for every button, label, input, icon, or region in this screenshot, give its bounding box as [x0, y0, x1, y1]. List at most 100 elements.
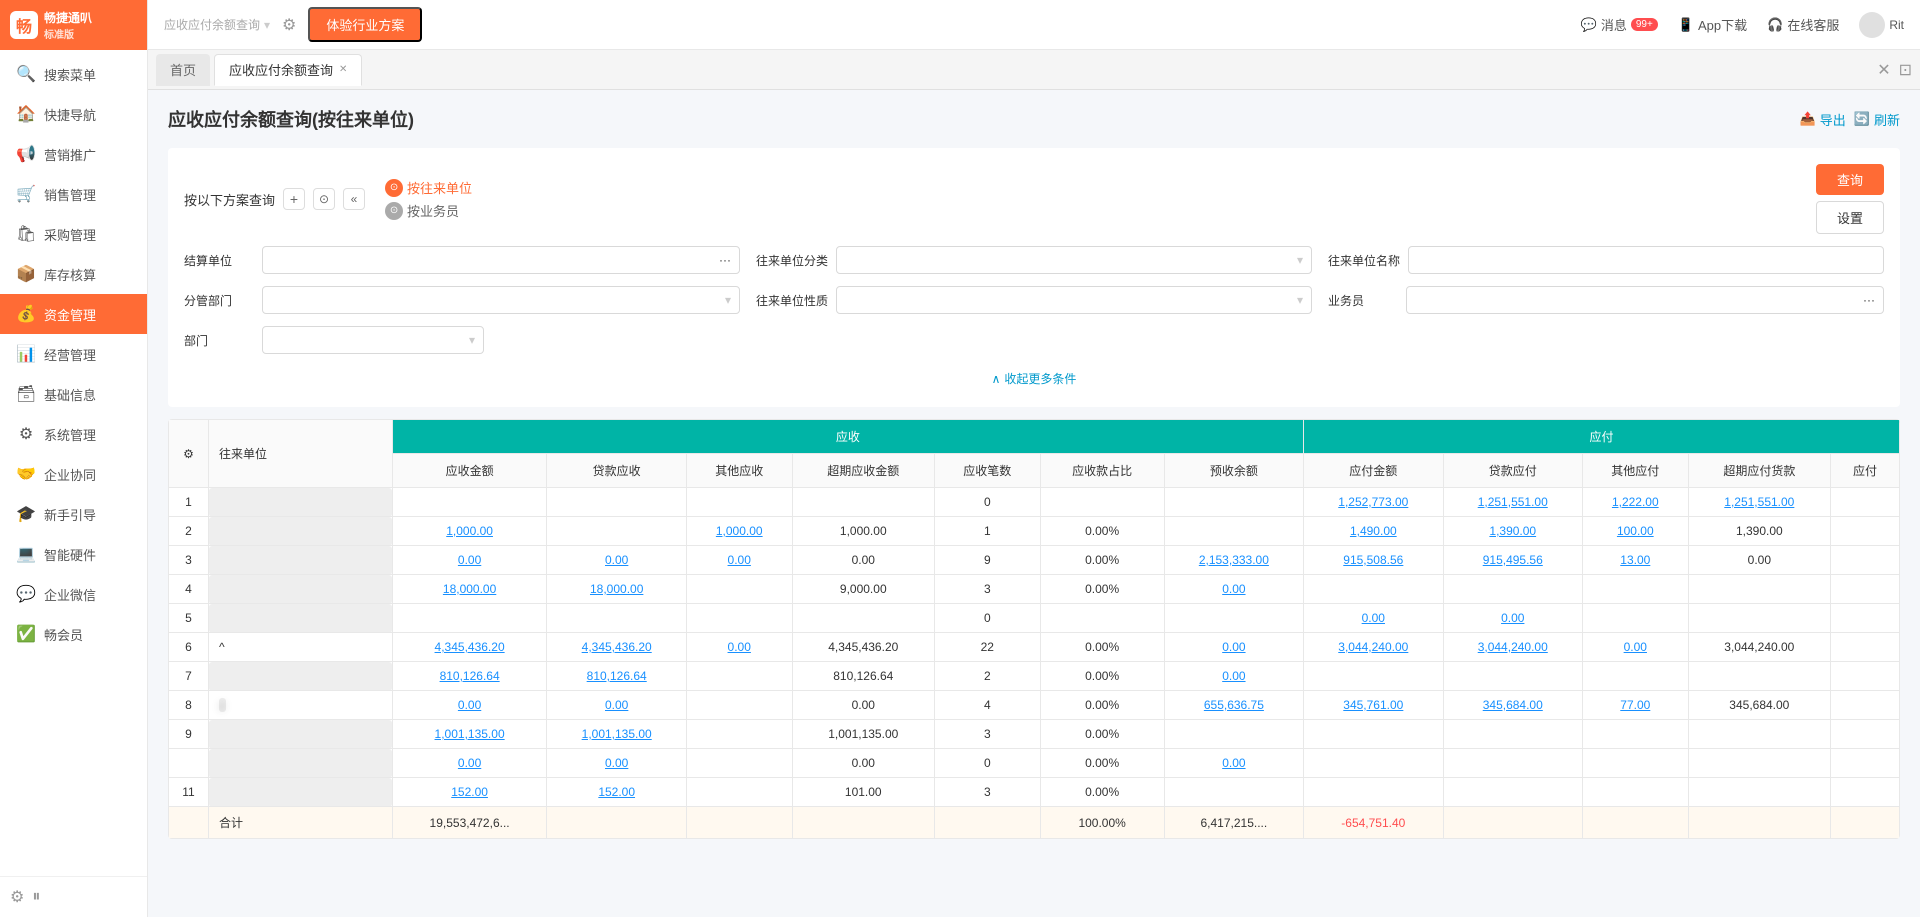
topbar-app-download[interactable]: 📱 App下载: [1678, 15, 1747, 34]
td-yf-qt[interactable]: 1,222.00: [1582, 488, 1688, 517]
tab-close-icon[interactable]: ✕: [339, 64, 347, 75]
td-yf-dk[interactable]: 915,495.56: [1443, 546, 1582, 575]
td-partner: [209, 488, 393, 517]
topbar-service[interactable]: 🎧 在线客服: [1767, 15, 1839, 34]
sidebar-item-system[interactable]: ⚙ 系统管理: [0, 414, 147, 454]
query-button[interactable]: 查询: [1816, 164, 1884, 195]
td-ys-dk[interactable]: 152.00: [547, 778, 686, 807]
td-ys-prepay[interactable]: 0.00: [1164, 749, 1303, 778]
salesman-input[interactable]: ···: [1406, 286, 1884, 314]
td-yf-extra: [1831, 691, 1900, 720]
td-yf-qt[interactable]: 100.00: [1582, 517, 1688, 546]
td-yf-qt[interactable]: 0.00: [1582, 633, 1688, 662]
purchase-icon: 🛍: [16, 224, 36, 244]
sidebar-item-inventory[interactable]: 📦 库存核算: [0, 254, 147, 294]
td-yf-dk[interactable]: 1,390.00: [1443, 517, 1582, 546]
td-ys-amount[interactable]: 152.00: [392, 778, 547, 807]
td-ys-dk[interactable]: 0.00: [547, 749, 686, 778]
tab-home[interactable]: 首页: [156, 54, 210, 86]
td-ys-prepay[interactable]: 0.00: [1164, 633, 1303, 662]
td-yf-dk[interactable]: 1,251,551.00: [1443, 488, 1582, 517]
td-yf-dk[interactable]: 0.00: [1443, 604, 1582, 633]
promo-button[interactable]: 体验行业方案: [308, 7, 422, 42]
tab-maximize-icon[interactable]: ⊡: [1899, 60, 1912, 80]
td-ys-prepay: [1164, 517, 1303, 546]
td-ys-dk[interactable]: 810,126.64: [547, 662, 686, 691]
tab-query[interactable]: 应收应付余额查询 ✕: [214, 54, 362, 86]
sidebar-item-corp[interactable]: 🤝 企业协同: [0, 454, 147, 494]
td-ys-dk[interactable]: 4,345,436.20: [547, 633, 686, 662]
td-yf-qt[interactable]: 13.00: [1582, 546, 1688, 575]
td-ys-qt[interactable]: 0.00: [686, 633, 792, 662]
td-ys-amount[interactable]: 0.00: [392, 749, 547, 778]
guide-icon: 🎓: [16, 504, 36, 524]
td-yf-dk[interactable]: 345,684.00: [1443, 691, 1582, 720]
td-ys-amount[interactable]: 0.00: [392, 546, 547, 575]
table-setting-icon[interactable]: ⚙: [183, 447, 194, 461]
topbar-gear-icon[interactable]: ⚙: [282, 15, 296, 35]
td-yf-amount[interactable]: 915,508.56: [1304, 546, 1443, 575]
filter-add-button[interactable]: +: [283, 188, 305, 210]
filter-collapse-left-btn[interactable]: «: [343, 188, 365, 210]
partner-name-input[interactable]: [1408, 246, 1884, 274]
sidebar-item-purchase[interactable]: 🛍 采购管理: [0, 214, 147, 254]
td-yf-amount[interactable]: 1,252,773.00: [1304, 488, 1443, 517]
sidebar-item-operation[interactable]: 📊 经营管理: [0, 334, 147, 374]
system-icon: ⚙: [16, 424, 36, 444]
collapse-sidebar-btn[interactable]: ⏸: [32, 888, 40, 906]
td-yf-amount[interactable]: 345,761.00: [1304, 691, 1443, 720]
td-ys-dk[interactable]: 1,001,135.00: [547, 720, 686, 749]
sidebar-item-hardware[interactable]: 💻 智能硬件: [0, 534, 147, 574]
td-ys-amount[interactable]: 1,000.00: [392, 517, 547, 546]
sidebar-item-basic[interactable]: 🗃 基础信息: [0, 374, 147, 414]
td-ys-qt[interactable]: 1,000.00: [686, 517, 792, 546]
td-ys-amount[interactable]: 810,126.64: [392, 662, 547, 691]
bumen-select[interactable]: ▾: [262, 326, 484, 354]
scheme-salesman[interactable]: ⊙ 按业务员: [385, 201, 472, 220]
sidebar-item-finance[interactable]: 💰 资金管理: [0, 294, 147, 334]
td-ys-amount[interactable]: 4,345,436.20: [392, 633, 547, 662]
sidebar-item-guide[interactable]: 🎓 新手引导: [0, 494, 147, 534]
td-ys-count: 4: [934, 691, 1040, 720]
tab-minimize-icon[interactable]: ✕: [1877, 60, 1890, 80]
td-yf-qt[interactable]: 77.00: [1582, 691, 1688, 720]
filter-scheme-btn[interactable]: ⊙: [313, 188, 335, 210]
partner-category-select[interactable]: ▾: [836, 246, 1312, 274]
td-ys-qt[interactable]: 0.00: [686, 546, 792, 575]
td-ys-overdue: 101.00: [792, 778, 934, 807]
fenguan-select[interactable]: ▾: [262, 286, 740, 314]
td-ys-amount[interactable]: 18,000.00: [392, 575, 547, 604]
td-yf-dk[interactable]: 3,044,240.00: [1443, 633, 1582, 662]
collapse-more-btn[interactable]: ∧ 收起更多条件: [184, 366, 1884, 391]
topbar-user[interactable]: Rit: [1859, 12, 1904, 38]
partner-nature-select[interactable]: ▾: [836, 286, 1312, 314]
td-ys-amount[interactable]: 0.00: [392, 691, 547, 720]
td-ys-prepay[interactable]: 2,153,333.00: [1164, 546, 1303, 575]
td-ys-dk[interactable]: 0.00: [547, 546, 686, 575]
td-ys-prepay[interactable]: 655,636.75: [1164, 691, 1303, 720]
topbar-message[interactable]: 💬 消息 99+: [1581, 15, 1658, 34]
td-yf-amount[interactable]: 0.00: [1304, 604, 1443, 633]
setting-button[interactable]: 设置: [1816, 201, 1884, 234]
sidebar-item-search[interactable]: 🔍 搜索菜单: [0, 54, 147, 94]
sidebar-item-marketing[interactable]: 📢 营销推广: [0, 134, 147, 174]
settings-bottom-icon[interactable]: ⚙: [10, 887, 24, 907]
sidebar-item-nav[interactable]: 🏠 快捷导航: [0, 94, 147, 134]
sidebar-item-sales[interactable]: 🛒 销售管理: [0, 174, 147, 214]
td-ys-amount[interactable]: 1,001,135.00: [392, 720, 547, 749]
refresh-button[interactable]: 🔄 刷新: [1854, 110, 1900, 129]
td-yf-overdue[interactable]: 1,251,551.00: [1688, 488, 1830, 517]
td-yf-amount[interactable]: 3,044,240.00: [1304, 633, 1443, 662]
td-ys-prepay[interactable]: 0.00: [1164, 575, 1303, 604]
sidebar-item-vip[interactable]: ✅ 畅会员: [0, 614, 147, 654]
export-button[interactable]: 📤 导出: [1800, 110, 1846, 129]
td-ys-prepay[interactable]: 0.00: [1164, 662, 1303, 691]
td-yf-amount[interactable]: 1,490.00: [1304, 517, 1443, 546]
td-ys-dk[interactable]: 0.00: [547, 691, 686, 720]
jiesuan-input[interactable]: ···: [262, 246, 740, 274]
scheme-partner[interactable]: ⊙ 按往来单位: [385, 178, 472, 197]
td-yf-extra: [1831, 778, 1900, 807]
th-setting[interactable]: ⚙: [169, 420, 209, 488]
sidebar-item-wechat[interactable]: 💬 企业微信: [0, 574, 147, 614]
td-ys-dk[interactable]: 18,000.00: [547, 575, 686, 604]
